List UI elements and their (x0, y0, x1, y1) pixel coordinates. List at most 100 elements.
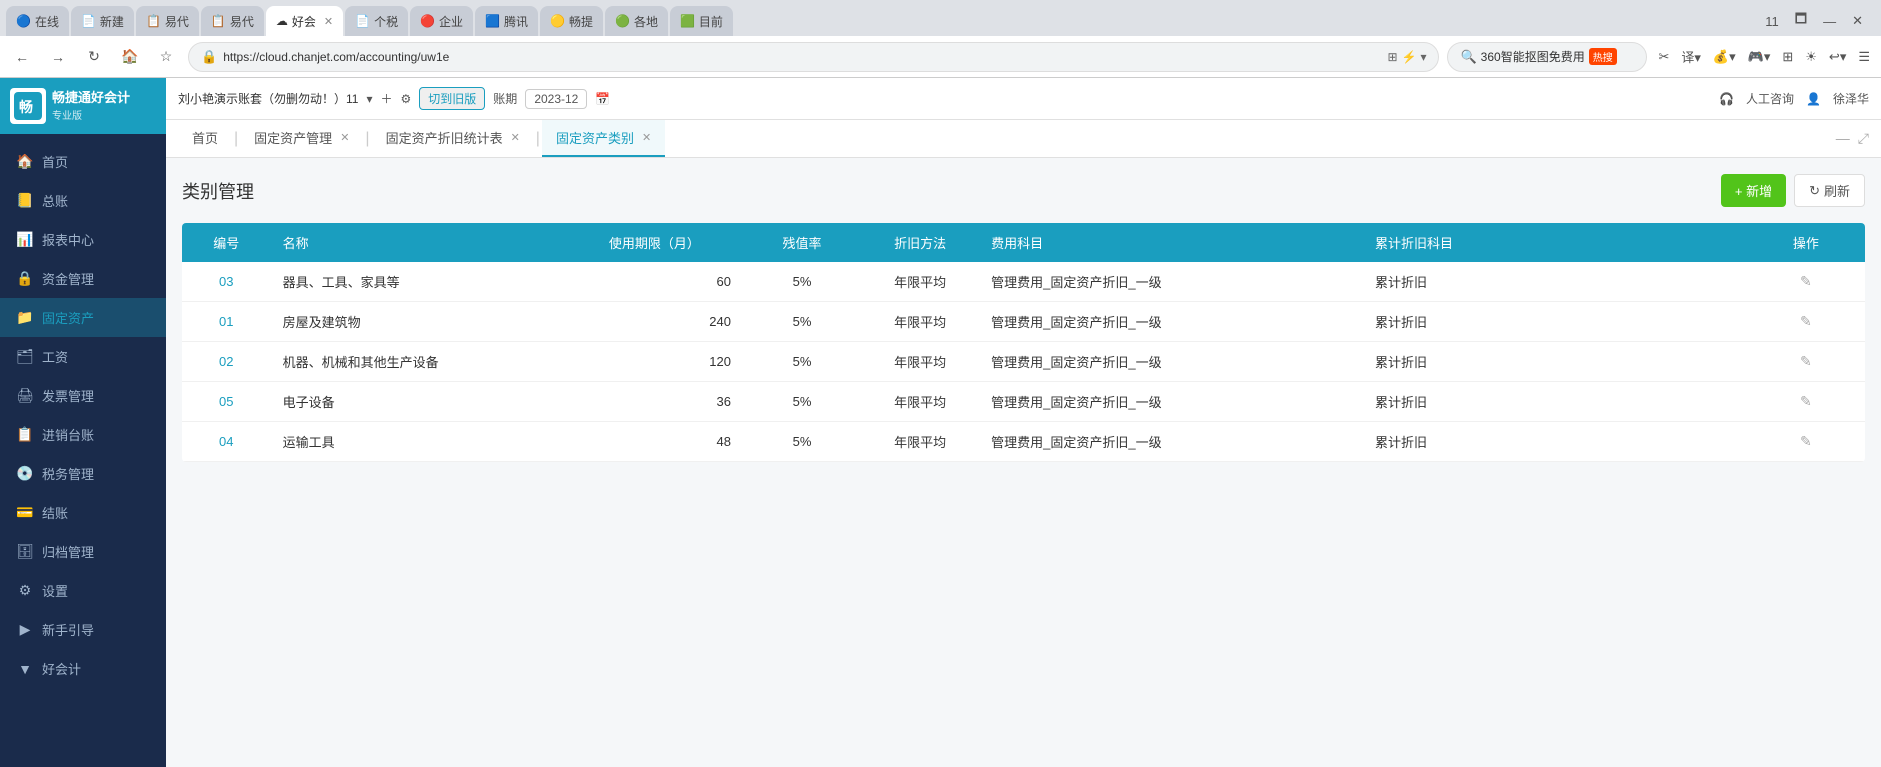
add-account-icon[interactable]: ＋ (381, 90, 393, 107)
table-row: 03 器具、工具、家具等 60 5% 年限平均 管理费用_固定资产折旧_一级 累… (182, 262, 1865, 302)
cut-icon[interactable]: ✂ (1655, 46, 1672, 68)
lightning-icon[interactable]: ⚡ (1402, 50, 1417, 64)
restore-icon[interactable]: — (1819, 12, 1840, 31)
data-table: 编号 名称 使用期限（月） 残值率 折旧方法 费用科目 累计折旧科目 操作 03… (182, 223, 1865, 462)
tab-close-fixed-asset-management[interactable]: ✕ (340, 131, 349, 144)
browser-tab-changte[interactable]: 🟡 畅提 (540, 6, 603, 36)
cell-rate: 5% (743, 262, 861, 302)
refresh-button[interactable]: ↻ (80, 43, 108, 71)
code-link[interactable]: 03 (219, 274, 233, 289)
sidebar-item-tax[interactable]: 💿 税务管理 (0, 454, 166, 493)
sidebar-item-ledger[interactable]: 📒 总账 (0, 181, 166, 220)
close-icon[interactable]: ✕ (1848, 11, 1867, 31)
app-tab-nav: 首页 | 固定资产管理 ✕ | 固定资产折旧统计表 ✕ | 固定资产类别 ✕ —… (166, 120, 1881, 158)
guide-icon: ▶ (16, 621, 34, 638)
sidebar-item-payroll[interactable]: 🗂 工资 (0, 337, 166, 376)
browser-tab-gedi[interactable]: 🟢 各地 (605, 6, 668, 36)
sidebar-item-funds[interactable]: 🔒 资金管理 (0, 259, 166, 298)
refresh-button[interactable]: ↻ 刷新 (1794, 174, 1865, 207)
browser-tab-haohui[interactable]: ☁ 好会 ✕ (266, 6, 343, 36)
forward-button[interactable]: → (44, 43, 72, 71)
browser-tab-tengxun[interactable]: 🟦 腾讯 (475, 6, 538, 36)
code-link[interactable]: 04 (219, 434, 233, 449)
cell-method: 年限平均 (861, 382, 979, 422)
logo-icon: 畅 (10, 88, 46, 124)
edit-icon[interactable]: ✎ (1800, 393, 1812, 409)
code-link[interactable]: 01 (219, 314, 233, 329)
period-value: 2023-12 (525, 89, 587, 109)
url-dropdown-icon[interactable]: ▾ (1420, 50, 1426, 64)
cell-expense: 管理费用_固定资产折旧_一级 (979, 262, 1363, 302)
wallet-icon[interactable]: 💰▾ (1710, 46, 1739, 68)
brightness-icon[interactable]: ☀ (1802, 46, 1820, 68)
sidebar-item-home[interactable]: 🏠 首页 (0, 142, 166, 181)
translate-icon[interactable]: 译▾ (1678, 44, 1704, 69)
cell-rate: 5% (743, 342, 861, 382)
restore-content-icon[interactable]: ⤢ (1858, 130, 1869, 147)
code-link[interactable]: 02 (219, 354, 233, 369)
browser-tab-bar: 🔵 在线 📄 新建 📋 易代 📋 易代 ☁ 好会 ✕ 📄 个税 🔴 企业 (0, 0, 1881, 36)
th-code: 编号 (182, 223, 271, 262)
bookmark-button[interactable]: ☆ (152, 43, 180, 71)
settings-icon[interactable]: ⚙ (401, 92, 412, 106)
settings-icon: ⚙ (16, 582, 34, 599)
dropdown-icon[interactable]: ▾ (366, 92, 372, 106)
consult-label[interactable]: 人工咨询 (1746, 90, 1794, 107)
sidebar-item-invoices[interactable]: 🖨 发票管理 (0, 376, 166, 415)
menu-icon[interactable]: ☰ (1855, 46, 1873, 68)
more-icon: ▼ (16, 661, 34, 677)
edit-icon[interactable]: ✎ (1800, 433, 1812, 449)
cell-method: 年限平均 (861, 302, 979, 342)
sidebar-item-settings[interactable]: ⚙ 设置 (0, 571, 166, 610)
sidebar-item-settlement[interactable]: 💳 结账 (0, 493, 166, 532)
tab-close-fixed-asset-category[interactable]: ✕ (642, 131, 651, 144)
edit-icon[interactable]: ✎ (1800, 353, 1812, 369)
browser-tab-yidai2[interactable]: 📋 易代 (201, 6, 264, 36)
tab-separator-2: | (365, 130, 369, 148)
minimize-icon[interactable]: 🗖 (1791, 8, 1811, 34)
sidebar-item-archive[interactable]: 🗄 归档管理 (0, 532, 166, 571)
edit-icon[interactable]: ✎ (1800, 273, 1812, 289)
tab-icon: 🟡 (550, 14, 565, 28)
sidebar-item-fixed-assets[interactable]: 📁 固定资产 (0, 298, 166, 337)
browser-tab-new[interactable]: 📄 新建 (71, 6, 134, 36)
search-bar[interactable]: 🔍 360智能抠图免费用 热搜 (1447, 42, 1647, 72)
tab-depreciation-table[interactable]: 固定资产折旧统计表 ✕ (372, 120, 534, 157)
cell-ops: ✎ (1747, 342, 1865, 382)
qr-icon[interactable]: ⊞ (1387, 50, 1397, 64)
add-button[interactable]: + 新增 (1721, 174, 1786, 207)
undo-icon[interactable]: ↩▾ (1826, 46, 1849, 68)
sidebar-item-label-settlement: 结账 (42, 503, 68, 522)
cell-code: 03 (182, 262, 271, 302)
code-link[interactable]: 05 (219, 394, 233, 409)
tab-fixed-asset-management[interactable]: 固定资产管理 ✕ (240, 120, 363, 157)
sidebar-item-more[interactable]: ▼ 好会计 (0, 649, 166, 688)
browser-tab-qiye[interactable]: 🔴 企业 (410, 6, 473, 36)
game-icon[interactable]: 🎮▾ (1745, 46, 1774, 68)
headset-icon[interactable]: 🎧 (1719, 92, 1734, 106)
sidebar-item-guide[interactable]: ▶ 新手引导 (0, 610, 166, 649)
switch-btn[interactable]: 切到旧版 (419, 87, 485, 110)
home-button[interactable]: 🏠 (116, 43, 144, 71)
browser-tab-close-haohui[interactable]: ✕ (324, 15, 333, 28)
tab-fixed-asset-category[interactable]: 固定资产类别 ✕ (542, 120, 665, 157)
sidebar-item-purchase[interactable]: 📋 进销台账 (0, 415, 166, 454)
browser-tab-online[interactable]: 🔵 在线 (6, 6, 69, 36)
browser-tab-muqian[interactable]: 🟩 目前 (670, 6, 733, 36)
ledger-icon: 📒 (16, 192, 34, 209)
tab-home[interactable]: 首页 (178, 120, 232, 157)
browser-tab-geshui[interactable]: 📄 个税 (345, 6, 408, 36)
logo-text-block: 畅捷通好会计 专业版 (52, 90, 130, 122)
grid-icon[interactable]: ⊞ (1779, 46, 1796, 68)
sidebar-item-reports[interactable]: 📊 报表中心 (0, 220, 166, 259)
edit-icon[interactable]: ✎ (1800, 313, 1812, 329)
calendar-icon[interactable]: 📅 (595, 92, 610, 106)
sidebar-nav: 🏠 首页 📒 总账 📊 报表中心 🔒 资金管理 📁 固定资产 🗂 工资 (0, 134, 166, 767)
tab-close-depreciation-table[interactable]: ✕ (511, 131, 520, 144)
back-button[interactable]: ← (8, 43, 36, 71)
page-title: 类别管理 (182, 178, 254, 204)
sidebar-item-label-settings: 设置 (42, 581, 68, 600)
url-bar[interactable]: 🔒 https://cloud.chanjet.com/accounting/u… (188, 42, 1439, 72)
browser-tab-yidai1[interactable]: 📋 易代 (136, 6, 199, 36)
minimize-content-icon[interactable]: — (1836, 130, 1850, 147)
